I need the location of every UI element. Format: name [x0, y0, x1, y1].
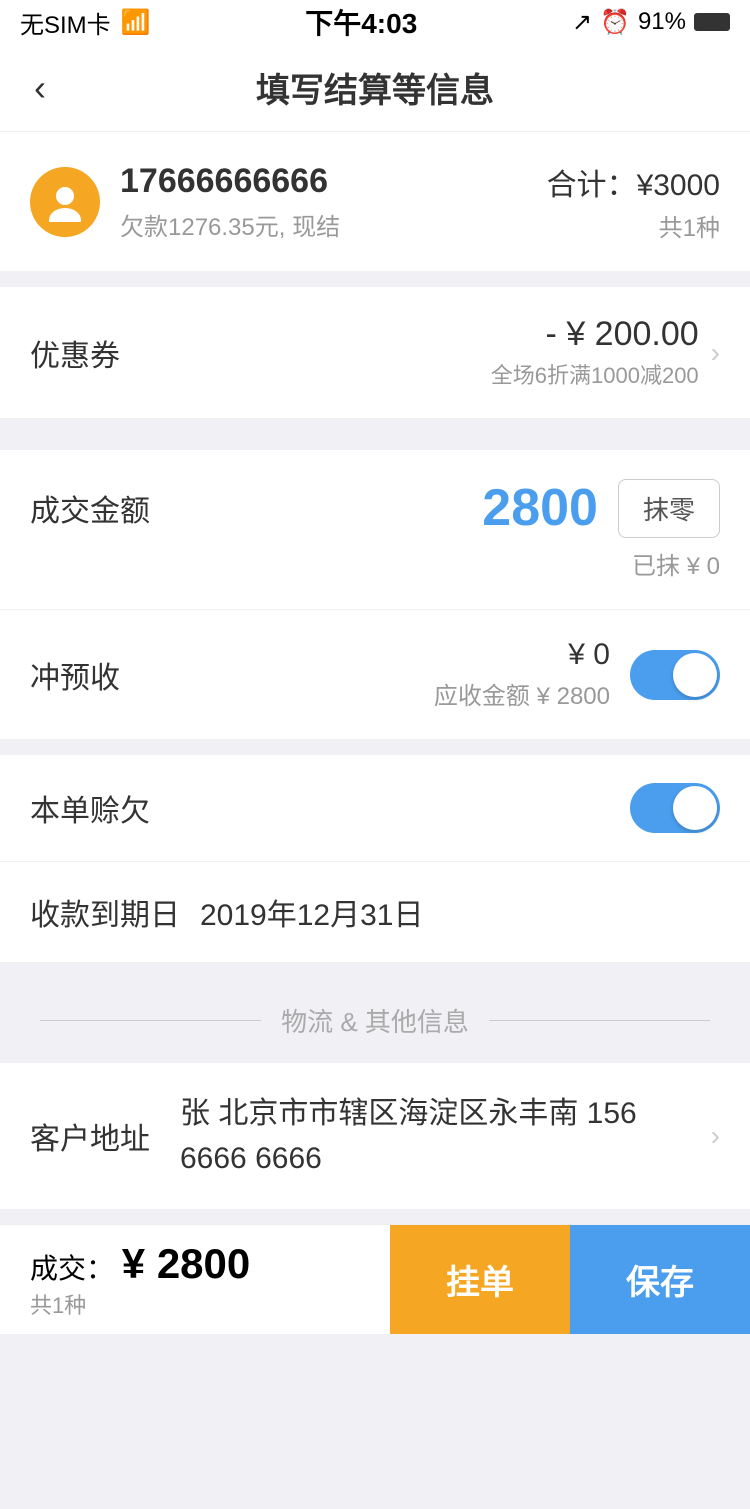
- section-divider-1: [0, 434, 750, 450]
- status-time: 下午4:03: [305, 2, 417, 42]
- customer-info: 17666666666 欠款1276.35元, 现结: [120, 162, 340, 242]
- prepay-right: ¥ 0 应收金额 ¥ 2800: [434, 638, 720, 711]
- section-divider-3: [0, 962, 750, 978]
- coupon-right: - ¥ 200.00 全场6折满1000减200 ›: [491, 315, 720, 390]
- duedate-section: 收款到期日 2019年12月31日: [0, 861, 750, 962]
- customer-card: 17666666666 欠款1276.35元, 现结 合计：¥3000 共1种: [0, 132, 750, 271]
- toggle-knob: [673, 653, 717, 697]
- duedate-label: 收款到期日: [30, 890, 180, 934]
- address-label: 客户地址: [30, 1114, 150, 1158]
- transaction-value: 2800: [482, 478, 598, 538]
- status-left: 无SIM卡 📶: [20, 5, 151, 40]
- wifi-icon: 📶: [121, 8, 151, 37]
- battery-icon: [694, 13, 730, 31]
- address-chevron-icon: ›: [711, 1120, 720, 1152]
- prepay-value: ¥ 0: [434, 638, 610, 672]
- coupon-row[interactable]: 优惠券 - ¥ 200.00 全场6折满1000减200 ›: [0, 287, 750, 418]
- prepay-row: 冲预收 ¥ 0 应收金额 ¥ 2800: [30, 638, 720, 711]
- back-button[interactable]: ‹: [24, 57, 56, 119]
- prepay-amount-block: ¥ 0 应收金额 ¥ 2800: [434, 638, 610, 711]
- credit-section: 本单赊欠: [0, 755, 750, 861]
- hold-button[interactable]: 挂单: [390, 1225, 570, 1334]
- duedate-value: 2019年12月31日: [200, 890, 423, 934]
- total-amount: 合计：¥3000: [547, 160, 720, 204]
- deal-amount: ¥ 2800: [122, 1240, 250, 1287]
- prepay-section: 冲预收 ¥ 0 应收金额 ¥ 2800: [0, 609, 750, 739]
- transaction-section: 成交金额 2800 抹零 已抹 ¥ 0: [0, 450, 750, 609]
- logistics-divider: 物流 & 其他信息: [0, 978, 750, 1063]
- carrier-text: 无SIM卡: [20, 5, 111, 40]
- section-divider-2: [0, 739, 750, 755]
- prepay-sub: 应收金额 ¥ 2800: [434, 676, 610, 711]
- amount-sub-text: 已抹 ¥ 0: [30, 546, 720, 581]
- credit-label: 本单赊欠: [30, 786, 150, 830]
- prepay-label: 冲预收: [30, 653, 120, 697]
- coupon-label: 优惠券: [30, 331, 120, 375]
- bottom-summary: 成交： ¥ 2800 共1种: [0, 1240, 390, 1320]
- avatar: [30, 167, 100, 237]
- alarm-icon: ⏰: [600, 8, 630, 37]
- logistics-line-right: [489, 1020, 710, 1021]
- amount-right: 2800 抹零: [482, 478, 720, 538]
- address-value: 张 北京市市辖区海淀区永丰南 156 6666 6666: [180, 1091, 695, 1181]
- chevron-right-icon: ›: [711, 337, 720, 369]
- coupon-desc: 全场6折满1000减200: [491, 358, 699, 390]
- logistics-line-left: [40, 1020, 261, 1021]
- coupon-amount: - ¥ 200.00: [491, 315, 699, 354]
- status-right: ↗ ⏰ 91%: [572, 8, 730, 37]
- deal-count: 共1种: [30, 1288, 360, 1320]
- item-count: 共1种: [547, 208, 720, 243]
- address-section[interactable]: 客户地址 张 北京市市辖区海淀区永丰南 156 6666 6666 ›: [0, 1063, 750, 1209]
- page-title: 填写结算等信息: [256, 63, 494, 112]
- nav-bar: ‹ 填写结算等信息: [0, 44, 750, 132]
- location-icon: ↗: [572, 8, 592, 37]
- status-bar: 无SIM卡 📶 下午4:03 ↗ ⏰ 91%: [0, 0, 750, 44]
- bottom-buttons: 挂单 保存: [390, 1225, 750, 1334]
- customer-phone: 17666666666: [120, 162, 340, 201]
- deal-label: 成交：: [30, 1253, 114, 1284]
- deal-label-row: 成交： ¥ 2800: [30, 1240, 360, 1288]
- save-button[interactable]: 保存: [570, 1225, 750, 1334]
- bottom-bar: 成交： ¥ 2800 共1种 挂单 保存: [0, 1224, 750, 1334]
- prepay-toggle[interactable]: [630, 650, 720, 700]
- credit-toggle-knob: [673, 786, 717, 830]
- amount-row: 成交金额 2800 抹零: [30, 478, 720, 538]
- credit-toggle[interactable]: [630, 783, 720, 833]
- duedate-row: 收款到期日 2019年12月31日: [30, 890, 720, 934]
- logistics-text: 物流 & 其他信息: [281, 1002, 469, 1039]
- customer-debt: 欠款1276.35元, 现结: [120, 207, 340, 242]
- round-button[interactable]: 抹零: [618, 479, 720, 538]
- customer-right: 合计：¥3000 共1种: [547, 160, 720, 243]
- customer-left: 17666666666 欠款1276.35元, 现结: [30, 162, 340, 242]
- amount-label: 成交金额: [30, 486, 150, 530]
- battery-percent: 91%: [638, 8, 686, 36]
